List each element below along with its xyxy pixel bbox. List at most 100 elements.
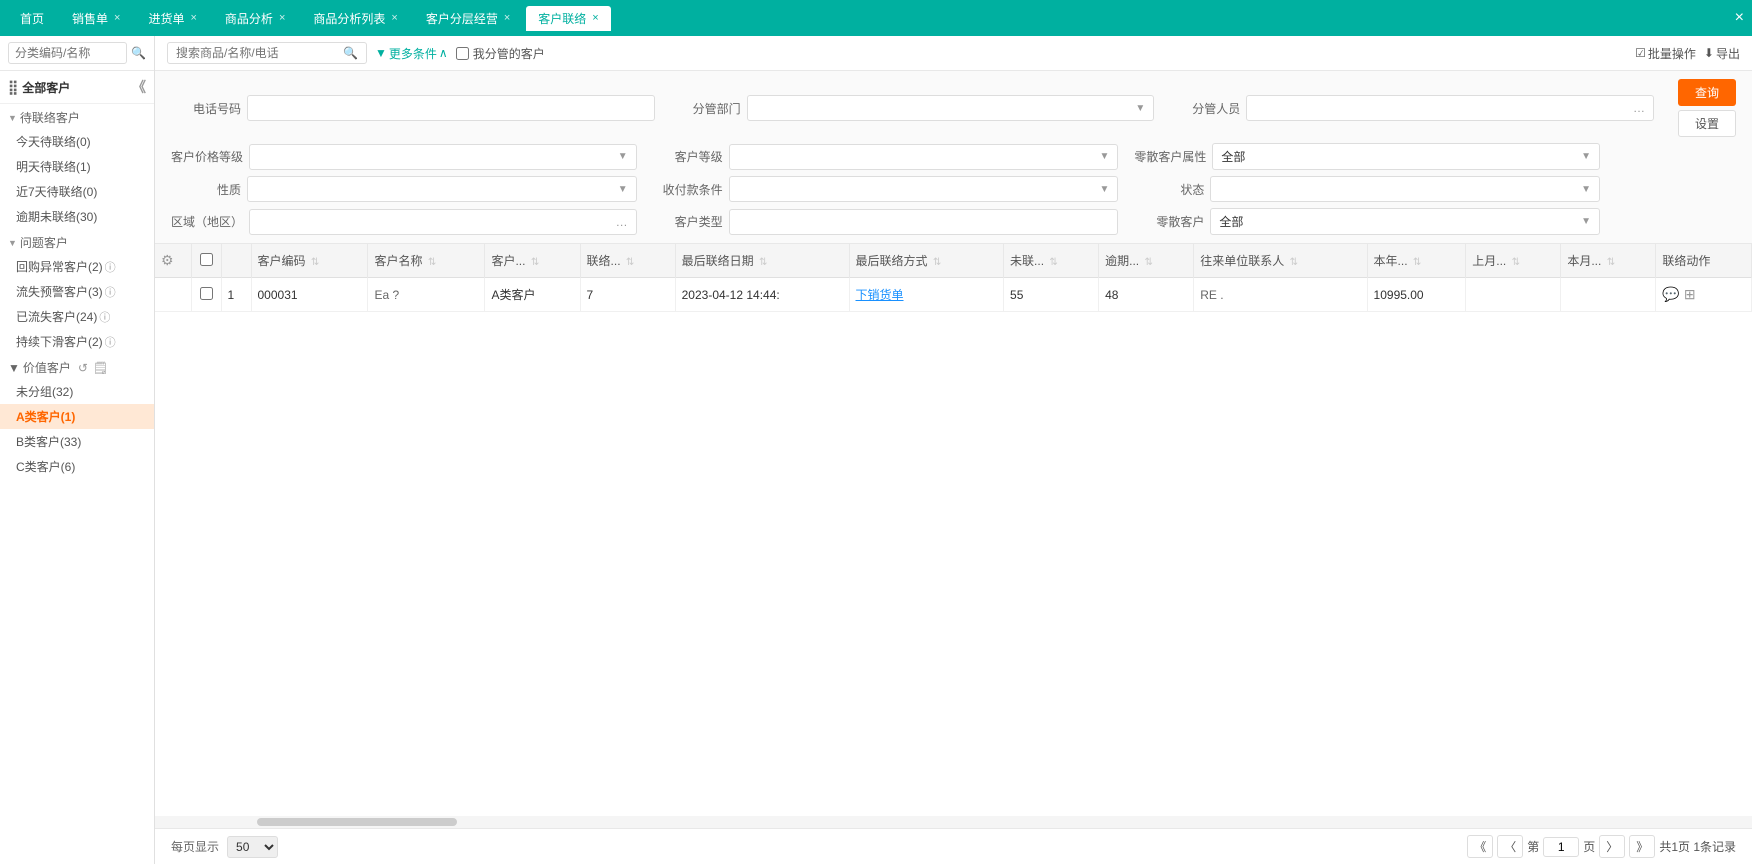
my-customers-check[interactable] xyxy=(456,47,469,60)
customer-level-arrow-icon: ▼ xyxy=(1099,151,1109,162)
last-contact-way-link[interactable]: 下销货单 xyxy=(856,288,904,302)
price-level-select[interactable]: ▼ xyxy=(249,144,637,170)
close-window-button[interactable]: × xyxy=(1735,9,1744,27)
sidebar-item-a-class[interactable]: A类客户(1) xyxy=(0,404,154,429)
section-value-customers: ▼ 价值客户 ↺ 🗒 xyxy=(0,354,154,379)
sidebar-item-overdue-contact[interactable]: 逾期未联络(30) xyxy=(0,204,154,229)
sidebar-item-churned[interactable]: 已流失客户(24) ⓘ xyxy=(0,304,154,329)
sidebar-item-unclassified[interactable]: 未分组(32) xyxy=(0,379,154,404)
manager-input[interactable]: … xyxy=(1246,95,1654,121)
main-search-field[interactable]: 🔍 xyxy=(167,42,367,64)
code-sort-icon[interactable]: ⇅ xyxy=(311,257,319,268)
sidebar-collapse-btn[interactable]: 《 xyxy=(132,77,146,97)
nav-goods-analysis-list[interactable]: 商品分析列表 × xyxy=(301,6,409,31)
row-last-way-cell: 下销货单 xyxy=(849,278,1004,312)
filter-row-4: 区域（地区） … 客户类型 零散客户 全部 ▼ xyxy=(171,208,1736,235)
this-month-sort-icon[interactable]: ⇅ xyxy=(1607,257,1615,268)
last-month-sort-icon[interactable]: ⇅ xyxy=(1512,257,1520,268)
payment-select[interactable]: ▼ xyxy=(729,176,1119,202)
main-search-icon[interactable]: 🔍 xyxy=(343,46,358,60)
no-contact-sort-icon[interactable]: ⇅ xyxy=(1049,257,1057,268)
page-size-select[interactable]: 50 10 20 100 xyxy=(227,836,278,858)
filter-bar: 🔍 ▼ 更多条件 ∧ 我分管的客户 ☑ 批量操作 ⬇ 导出 xyxy=(155,36,1752,71)
nav-customer-segment[interactable]: 客户分层经营 × xyxy=(414,6,522,31)
value-customers-refresh-icon[interactable]: ↺ xyxy=(78,361,88,375)
query-button[interactable]: 查询 xyxy=(1678,79,1736,106)
nav-sales[interactable]: 销售单 × xyxy=(60,6,132,31)
department-select[interactable]: ▼ xyxy=(747,95,1155,121)
name-sort-icon[interactable]: ⇅ xyxy=(428,257,436,268)
department-arrow-icon: ▼ xyxy=(1135,103,1145,114)
col-name: 客户名称 ⇅ xyxy=(368,244,485,278)
prev-page-btn[interactable]: 〈 xyxy=(1497,835,1523,858)
retail-attr-select[interactable]: 全部 ▼ xyxy=(1212,143,1600,170)
page-number-input[interactable] xyxy=(1543,837,1579,857)
region-input[interactable]: … xyxy=(249,209,637,235)
my-customers-checkbox[interactable]: 我分管的客户 xyxy=(456,45,545,62)
close-purchase-tab[interactable]: × xyxy=(190,12,196,24)
batch-operation-btn[interactable]: ☑ 批量操作 xyxy=(1635,45,1696,62)
nav-purchase[interactable]: 进货单 × xyxy=(136,6,208,31)
unit-contact-sort-icon[interactable]: ⇅ xyxy=(1290,257,1298,268)
payment-arrow-icon: ▼ xyxy=(1099,184,1109,195)
last-date-sort-icon[interactable]: ⇅ xyxy=(759,257,767,268)
row-this-month-cell xyxy=(1561,278,1656,312)
more-conditions-btn[interactable]: ▼ 更多条件 ∧ xyxy=(375,45,448,62)
close-segment-tab[interactable]: × xyxy=(504,12,510,24)
col-unit-contact: 往来单位联系人 ⇅ xyxy=(1194,244,1367,278)
sidebar-item-c-class[interactable]: C类客户(6) xyxy=(0,454,154,479)
content-area: 🔍 ▼ 更多条件 ∧ 我分管的客户 ☑ 批量操作 ⬇ 导出 xyxy=(155,36,1752,864)
col-last-month: 上月... ⇅ xyxy=(1466,244,1561,278)
nav-goods-analysis[interactable]: 商品分析 × xyxy=(213,6,297,31)
scroll-thumb[interactable] xyxy=(257,818,457,826)
sidebar-search-icon[interactable]: 🔍 xyxy=(131,46,146,60)
sidebar-item-abnormal-repurchase[interactable]: 回购异常客户(2) ⓘ xyxy=(0,254,154,279)
close-goods-analysis-tab[interactable]: × xyxy=(279,12,285,24)
row-index-cell: 1 xyxy=(221,278,251,312)
filter-phone: 电话号码 xyxy=(171,95,655,121)
sidebar-all-customers[interactable]: ⣿ 全部客户 《 xyxy=(0,71,154,104)
sidebar-item-today-contact[interactable]: 今天待联络(0) xyxy=(0,129,154,154)
last-way-sort-icon[interactable]: ⇅ xyxy=(933,257,941,268)
sidebar-item-churn-warning[interactable]: 流失预警客户(3) ⓘ xyxy=(0,279,154,304)
sidebar-item-7day-contact[interactable]: 近7天待联络(0) xyxy=(0,179,154,204)
nav-home[interactable]: 首页 xyxy=(8,6,56,31)
sidebar-item-b-class[interactable]: B类客户(33) xyxy=(0,429,154,454)
retail-customer-arrow-icon: ▼ xyxy=(1581,216,1591,227)
this-year-sort-icon[interactable]: ⇅ xyxy=(1413,257,1421,268)
horizontal-scroll-bar[interactable] xyxy=(155,816,1752,828)
row-checkbox[interactable] xyxy=(200,287,213,300)
nav-customer-contact[interactable]: 客户联络 × xyxy=(526,6,610,31)
sidebar-item-declining[interactable]: 持续下滑客户(2) ⓘ xyxy=(0,329,154,354)
next-page-btn[interactable]: 〉 xyxy=(1599,835,1625,858)
overdue-sort-icon[interactable]: ⇅ xyxy=(1144,257,1152,268)
filter-department: 分管部门 ▼ xyxy=(671,95,1155,121)
close-goods-list-tab[interactable]: × xyxy=(391,12,397,24)
col-type: 客户... ⇅ xyxy=(485,244,580,278)
phone-input[interactable] xyxy=(247,95,655,121)
last-page-btn[interactable]: 》 xyxy=(1629,835,1655,858)
status-select[interactable]: ▼ xyxy=(1210,176,1600,202)
value-customers-settings-icon[interactable]: 🗒 xyxy=(93,361,108,375)
data-table-container: ⚙ 客户编码 ⇅ 客户名称 ⇅ xyxy=(155,244,1752,816)
first-page-btn[interactable]: 《 xyxy=(1467,835,1493,858)
message-action-icon[interactable]: 💬 xyxy=(1662,286,1679,303)
select-all-checkbox[interactable] xyxy=(200,253,213,266)
close-sales-tab[interactable]: × xyxy=(114,12,120,24)
column-settings-icon[interactable]: ⚙ xyxy=(161,252,174,268)
close-contact-tab[interactable]: × xyxy=(592,12,598,24)
grid-action-icon[interactable]: ⊞ xyxy=(1684,286,1696,303)
nature-select[interactable]: ▼ xyxy=(247,176,637,202)
type-sort-icon[interactable]: ⇅ xyxy=(531,257,539,268)
export-btn[interactable]: ⬇ 导出 xyxy=(1704,45,1740,62)
retail-customer-select[interactable]: 全部 ▼ xyxy=(1210,208,1600,235)
sidebar-item-tomorrow-contact[interactable]: 明天待联络(1) xyxy=(0,154,154,179)
bottom-bar: 每页显示 50 10 20 100 《 〈 第 页 〉 》 共1页 1条记录 xyxy=(155,828,1752,864)
main-search-input[interactable] xyxy=(176,46,339,60)
sidebar-search-input[interactable] xyxy=(8,42,127,64)
settings-button[interactable]: 设置 xyxy=(1678,110,1736,137)
customer-level-select[interactable]: ▼ xyxy=(729,144,1119,170)
contact-sort-icon[interactable]: ⇅ xyxy=(626,257,634,268)
customer-type-input[interactable] xyxy=(729,209,1119,235)
filter-manager: 分管人员 … xyxy=(1170,95,1654,121)
